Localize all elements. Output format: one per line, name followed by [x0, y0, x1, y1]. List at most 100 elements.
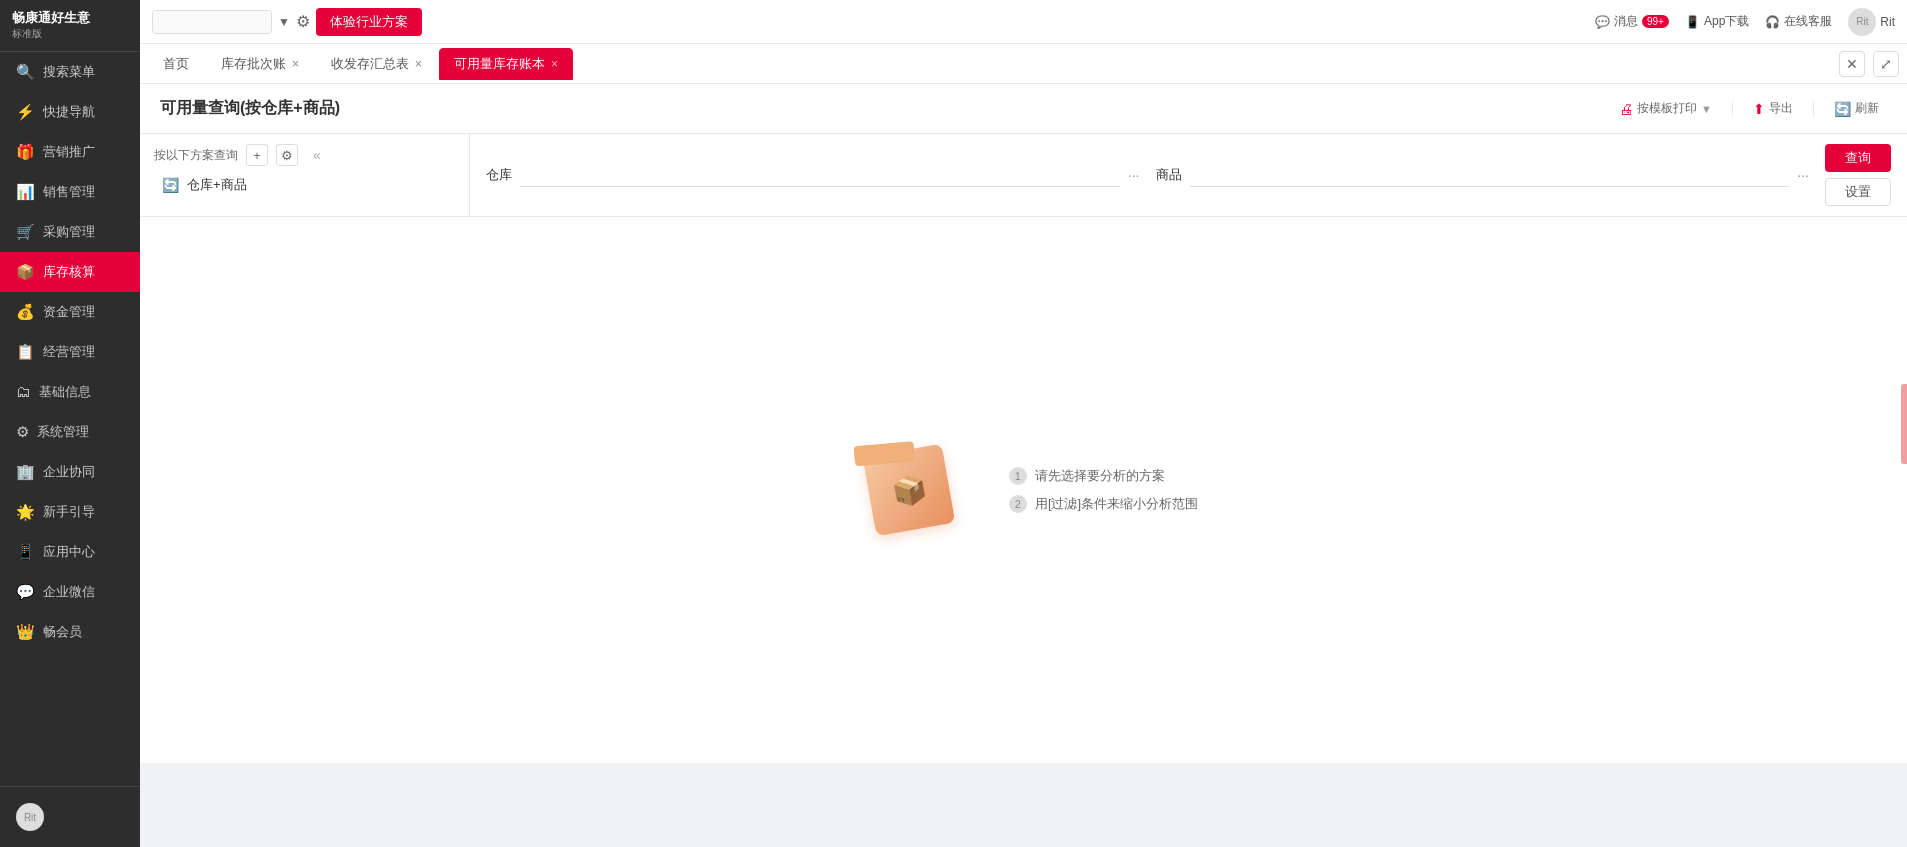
tab-available-ledger-close[interactable]: ×	[551, 58, 558, 70]
separator-2	[1813, 101, 1814, 117]
lightning-icon: ⚡	[16, 103, 35, 121]
sidebar-item-inventory[interactable]: 📦 库存核算	[0, 252, 140, 292]
sidebar-item-basic-info[interactable]: 🗂 基础信息	[0, 372, 140, 412]
message-btn[interactable]: 💬 消息 99+	[1595, 13, 1669, 30]
scheme-option-label: 仓库+商品	[187, 176, 247, 194]
filter-settings-button[interactable]: 设置	[1825, 178, 1891, 206]
product-input[interactable]	[1190, 163, 1790, 187]
print-label: 按模板打印	[1637, 100, 1697, 117]
scheme-option-icon: 🔄	[162, 177, 179, 193]
warehouse-input[interactable]	[520, 163, 1120, 187]
gift-icon: 🎁	[16, 143, 35, 161]
tab-available-ledger[interactable]: 可用量库存账本 ×	[439, 48, 573, 80]
user-avatar: Rit	[16, 803, 44, 831]
content-area: 可用量查询(按仓库+商品) 🖨 按模板打印 ▼ ⬆ 导出 🔄	[140, 84, 1907, 847]
product-label: 商品	[1156, 166, 1182, 184]
sidebar-item-system[interactable]: ⚙ 系统管理	[0, 412, 140, 452]
filter-area: 按以下方案查询 + ⚙ « 🔄 仓库+商品	[140, 134, 1907, 217]
sidebar-item-operations[interactable]: 📋 经营管理	[0, 332, 140, 372]
page-header: 可用量查询(按仓库+商品) 🖨 按模板打印 ▼ ⬆ 导出 🔄	[140, 84, 1907, 134]
empty-state: 📦 1 请先选择要分析的方案 2 用[过滤]条件来缩小分析范围	[140, 217, 1907, 763]
filter-collapse-btn[interactable]: «	[306, 144, 328, 166]
refresh-label: 刷新	[1855, 100, 1879, 117]
logo-title: 畅康通好生意	[12, 10, 128, 27]
sidebar-scroll: 🔍 搜索菜单 ⚡ 快捷导航 🎁 营销推广 📊 销售管理 🛒 采购管理 📦 库存核…	[0, 52, 140, 786]
tab-batch-ledger[interactable]: 库存批次账 ×	[206, 48, 314, 80]
chevron-down-icon[interactable]: ▼	[1701, 103, 1712, 115]
filter-scheme-option[interactable]: 🔄 仓库+商品	[154, 172, 255, 198]
sidebar-logo: 畅康通好生意 标准版	[0, 0, 140, 52]
topbar-right: 💬 消息 99+ 📱 App下载 🎧 在线客服 Rit Rit	[1595, 8, 1895, 36]
filter-right: 仓库 ··· 商品 ··· 查询 设置	[470, 134, 1907, 216]
topbar-gear-icon[interactable]: ⚙	[296, 12, 310, 31]
sidebar-item-label: 搜索菜单	[43, 63, 95, 81]
query-button[interactable]: 查询	[1825, 144, 1891, 172]
page-actions: 🖨 按模板打印 ▼ ⬆ 导出 🔄 刷新	[1611, 96, 1887, 121]
refresh-btn[interactable]: 🔄 刷新	[1826, 96, 1887, 121]
sidebar: 畅康通好生意 标准版 🔍 搜索菜单 ⚡ 快捷导航 🎁 营销推广 📊 销售管理 🛒…	[0, 0, 140, 847]
sidebar-item-search[interactable]: 🔍 搜索菜单	[0, 52, 140, 92]
tab-stock-summary-label: 收发存汇总表	[331, 55, 409, 73]
page-title: 可用量查询(按仓库+商品)	[160, 98, 340, 119]
print-icon: 🖨	[1619, 101, 1633, 117]
sidebar-item-onboarding[interactable]: 🌟 新手引导	[0, 492, 140, 532]
sidebar-item-shortcut[interactable]: ⚡ 快捷导航	[0, 92, 140, 132]
folder-icon: 🗂	[16, 383, 31, 400]
sidebar-item-label: 快捷导航	[43, 103, 95, 121]
tab-stock-summary-close[interactable]: ×	[415, 58, 422, 70]
sidebar-item-enterprise-wechat[interactable]: 💬 企业微信	[0, 572, 140, 612]
box-face-icon: 📦	[889, 471, 929, 510]
sidebar-item-label: 基础信息	[39, 383, 91, 401]
filter-label-row: 按以下方案查询 + ⚙ «	[154, 144, 328, 166]
sidebar-item-label: 企业协同	[43, 463, 95, 481]
sidebar-item-sales[interactable]: 📊 销售管理	[0, 172, 140, 212]
sidebar-item-label: 资金管理	[43, 303, 95, 321]
close-icon: ✕	[1846, 56, 1858, 72]
online-service-btn[interactable]: 🎧 在线客服	[1765, 13, 1832, 30]
empty-box-graphic: 📦	[863, 444, 956, 537]
user-name-label: Rit	[1880, 15, 1895, 29]
scroll-hint	[1901, 384, 1907, 464]
empty-step-2-text: 用[过滤]条件来缩小分析范围	[1035, 495, 1198, 513]
trial-btn[interactable]: 体验行业方案	[316, 8, 422, 36]
export-btn[interactable]: ⬆ 导出	[1745, 96, 1801, 121]
sidebar-item-marketing[interactable]: 🎁 营销推广	[0, 132, 140, 172]
filter-actions: 查询 设置	[1825, 144, 1891, 206]
tab-stock-summary[interactable]: 收发存汇总表 ×	[316, 48, 437, 80]
sidebar-item-label: 畅会员	[43, 623, 82, 641]
sidebar-item-purchase[interactable]: 🛒 采购管理	[0, 212, 140, 252]
topbar-dropdown[interactable]: ▼	[278, 15, 290, 29]
user-info[interactable]: Rit Rit	[1848, 8, 1895, 36]
download-icon: 📱	[1685, 15, 1700, 29]
scheme-settings-btn[interactable]: ⚙	[276, 144, 298, 166]
app-download-btn[interactable]: 📱 App下载	[1685, 13, 1749, 30]
sidebar-item-label: 采购管理	[43, 223, 95, 241]
tab-batch-ledger-close[interactable]: ×	[292, 58, 299, 70]
money-icon: 💰	[16, 303, 35, 321]
crown-icon: 👑	[16, 623, 35, 641]
print-btn[interactable]: 🖨 按模板打印 ▼	[1611, 96, 1720, 121]
product-field: 商品 ···	[1156, 163, 1810, 187]
logo-sub: 标准版	[12, 27, 128, 41]
sidebar-user[interactable]: Rit	[0, 795, 140, 839]
sidebar-item-enterprise[interactable]: 🏢 企业协同	[0, 452, 140, 492]
app-download-label: App下载	[1704, 13, 1749, 30]
sidebar-item-label: 企业微信	[43, 583, 95, 601]
product-more-btn[interactable]: ···	[1797, 167, 1809, 183]
filter-left: 按以下方案查询 + ⚙ « 🔄 仓库+商品	[140, 134, 470, 216]
sidebar-item-app-center[interactable]: 📱 应用中心	[0, 532, 140, 572]
warehouse-more-btn[interactable]: ···	[1128, 167, 1140, 183]
sidebar-item-label: 销售管理	[43, 183, 95, 201]
tab-close-all-btn[interactable]: ✕	[1839, 51, 1865, 77]
tab-batch-ledger-label: 库存批次账	[221, 55, 286, 73]
tab-home-label: 首页	[163, 55, 189, 73]
sidebar-item-member[interactable]: 👑 畅会员	[0, 612, 140, 652]
sidebar-item-label: 库存核算	[43, 263, 95, 281]
sidebar-item-finance[interactable]: 💰 资金管理	[0, 292, 140, 332]
tab-home[interactable]: 首页	[148, 48, 204, 80]
tab-expand-btn[interactable]: ⤢	[1873, 51, 1899, 77]
topbar-search-input[interactable]	[152, 10, 272, 34]
message-badge: 99+	[1642, 15, 1669, 28]
chevron-down-icon: ▼	[278, 15, 290, 29]
add-scheme-btn[interactable]: +	[246, 144, 268, 166]
